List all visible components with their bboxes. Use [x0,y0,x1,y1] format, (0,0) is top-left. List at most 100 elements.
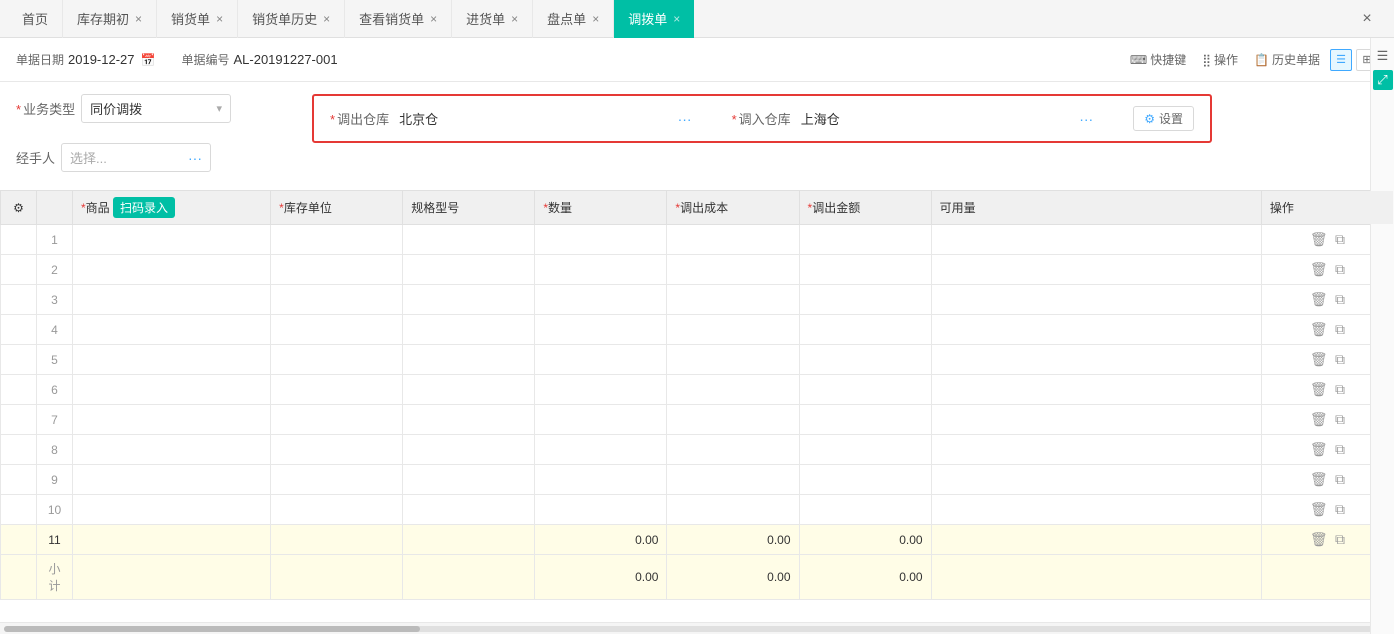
row-product-cell[interactable] [73,495,271,525]
col-settings-header[interactable]: ⚙ [1,191,37,225]
row-unit-cell[interactable] [271,435,403,465]
delete-icon[interactable]: 🗑 [1310,261,1328,277]
tab-close-inventory-init[interactable]: × [135,12,142,26]
handler-select[interactable]: 选择... ··· [61,143,211,172]
row-cost-cell[interactable] [667,315,799,345]
row-spec-cell[interactable] [403,465,535,495]
row-product-cell[interactable] [73,435,271,465]
copy-icon[interactable]: ⧉ [1335,501,1345,517]
tab-purchase-order[interactable]: 进货单× [452,0,533,38]
delete-icon[interactable]: 🗑 [1310,441,1328,457]
copy-icon[interactable]: ⧉ [1335,441,1345,457]
row-spec-cell[interactable] [403,405,535,435]
tab-close-purchase-order[interactable]: × [511,12,518,26]
row-spec-cell[interactable] [403,225,535,255]
row-amount-cell[interactable] [799,405,931,435]
row-amount-cell[interactable] [799,375,931,405]
tab-transfer-order[interactable]: 调拨单× [614,0,694,38]
row-product-cell[interactable] [73,375,271,405]
row-cost-cell[interactable] [667,465,799,495]
tab-sales-history[interactable]: 销货单历史× [238,0,345,38]
sidebar-list-icon[interactable]: ☰ [1373,46,1393,66]
row-spec-cell[interactable] [403,435,535,465]
row-unit-cell[interactable] [271,495,403,525]
row-cost-cell[interactable] [667,435,799,465]
delete-icon[interactable]: 🗑 [1310,321,1328,337]
delete-icon[interactable]: 🗑 [1310,231,1328,247]
tab-close-view-sales[interactable]: × [430,12,437,26]
tab-inventory-init[interactable]: 库存期初× [63,0,157,38]
tab-sales-order[interactable]: 销货单× [157,0,238,38]
row-spec-cell[interactable] [403,315,535,345]
row-cost-cell[interactable] [667,375,799,405]
row-unit-cell[interactable] [271,405,403,435]
row-spec-cell[interactable] [403,285,535,315]
copy-icon[interactable]: ⧉ [1335,531,1345,547]
copy-icon[interactable]: ⧉ [1335,471,1345,487]
row-unit-cell[interactable] [271,255,403,285]
tab-close-sales-order[interactable]: × [216,12,223,26]
row-cost-cell[interactable] [667,225,799,255]
delete-icon[interactable]: 🗑 [1310,381,1328,397]
row-qty-cell[interactable] [535,405,667,435]
copy-icon[interactable]: ⧉ [1335,231,1345,247]
row-spec-cell[interactable] [403,255,535,285]
row-unit-cell[interactable] [271,285,403,315]
delete-icon[interactable]: 🗑 [1310,291,1328,307]
row-amount-cell[interactable] [799,285,931,315]
row-spec-cell[interactable] [403,375,535,405]
row-cost-cell[interactable] [667,255,799,285]
calendar-icon[interactable]: 📅 [135,51,162,69]
sidebar-expand-icon[interactable]: ⤢ [1373,70,1393,90]
warehouse-out-more-icon[interactable]: ··· [678,111,692,127]
row-product-cell[interactable] [73,315,271,345]
settings-button[interactable]: ⚙ 设置 [1133,106,1194,131]
tab-close-sales-history[interactable]: × [323,12,330,26]
row-product-cell[interactable] [73,225,271,255]
row-unit-cell[interactable] [271,225,403,255]
row-qty-cell[interactable] [535,255,667,285]
copy-icon[interactable]: ⧉ [1335,261,1345,277]
handler-more-icon[interactable]: ··· [188,150,202,166]
row-qty-cell[interactable] [535,495,667,525]
row-product-cell[interactable] [73,285,271,315]
row-qty-cell[interactable] [535,375,667,405]
delete-icon[interactable]: 🗑 [1310,351,1328,367]
copy-icon[interactable]: ⧉ [1335,351,1345,367]
row-qty-cell[interactable] [535,435,667,465]
row-cost-cell[interactable] [667,405,799,435]
row-unit-cell[interactable] [271,315,403,345]
row-cost-cell[interactable] [667,285,799,315]
row-spec-cell[interactable] [403,495,535,525]
delete-icon[interactable]: 🗑 [1310,471,1328,487]
row-amount-cell[interactable] [799,255,931,285]
tab-home[interactable]: 首页 [8,0,63,38]
warehouse-in-more-icon[interactable]: ··· [1079,111,1093,127]
tab-view-sales[interactable]: 查看销货单× [345,0,452,38]
row-qty-cell[interactable] [535,225,667,255]
shortcut-button[interactable]: ⌨ 快捷键 [1124,49,1192,70]
row-qty-cell[interactable] [535,465,667,495]
list-view-button[interactable]: ☰ [1330,49,1352,71]
row-cost-cell[interactable] [667,345,799,375]
row-product-cell[interactable] [73,405,271,435]
table-wrapper[interactable]: ⚙ *商品 扫码录入 *库存单位 规格型号 *数量 *调出成本 *调出金额 可用… [0,190,1394,622]
row-unit-cell[interactable] [271,465,403,495]
delete-icon[interactable]: 🗑 [1310,411,1328,427]
row-qty-cell[interactable] [535,315,667,345]
row-amount-cell[interactable] [799,495,931,525]
tab-close-transfer-order[interactable]: × [673,12,680,26]
copy-icon[interactable]: ⧉ [1335,321,1345,337]
row-unit-cell[interactable] [271,345,403,375]
business-type-select[interactable]: 同价调拨 ▾ [81,94,231,123]
row-product-cell[interactable] [73,345,271,375]
row-amount-cell[interactable] [799,225,931,255]
tab-close-inventory-check[interactable]: × [592,12,599,26]
row-amount-cell[interactable] [799,345,931,375]
row-product-cell[interactable] [73,255,271,285]
tab-inventory-check[interactable]: 盘点单× [533,0,614,38]
row-qty-cell[interactable] [535,285,667,315]
ops-button[interactable]: ⣿ 操作 [1196,49,1244,70]
row-product-cell[interactable] [73,465,271,495]
window-close-button[interactable]: × [1348,0,1386,38]
